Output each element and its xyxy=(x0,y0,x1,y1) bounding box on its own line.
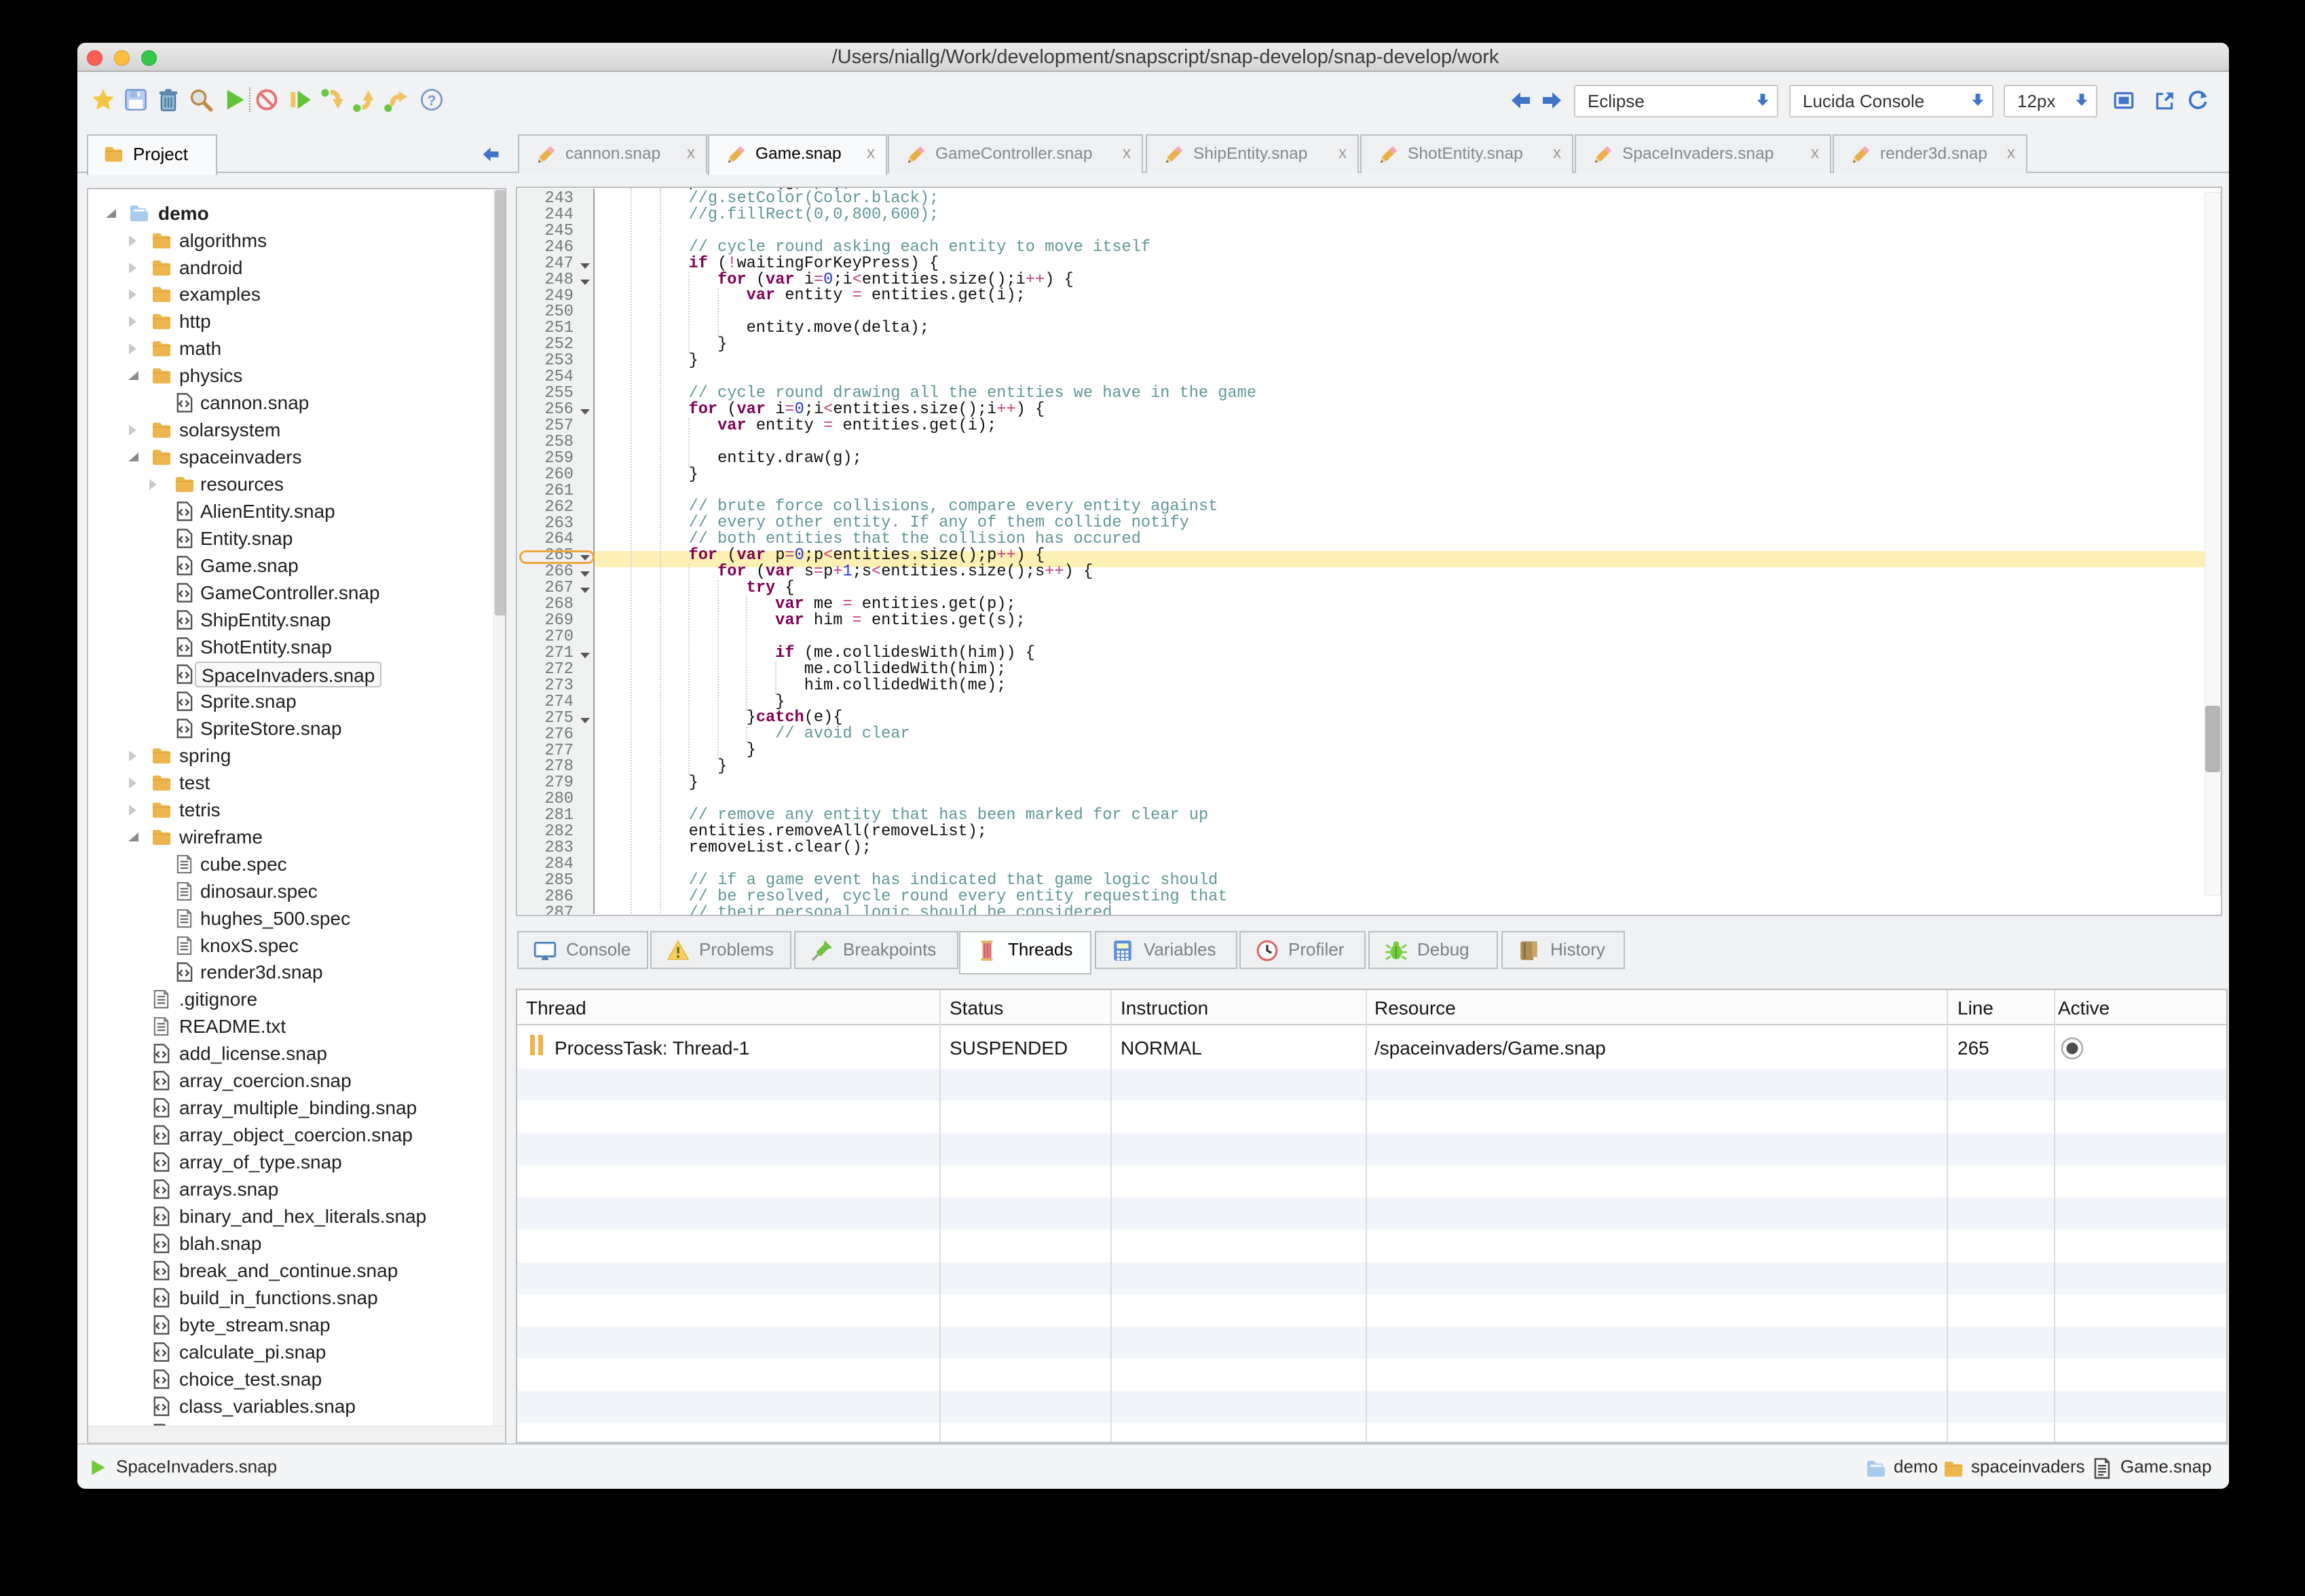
svg-text:?: ? xyxy=(427,92,436,108)
